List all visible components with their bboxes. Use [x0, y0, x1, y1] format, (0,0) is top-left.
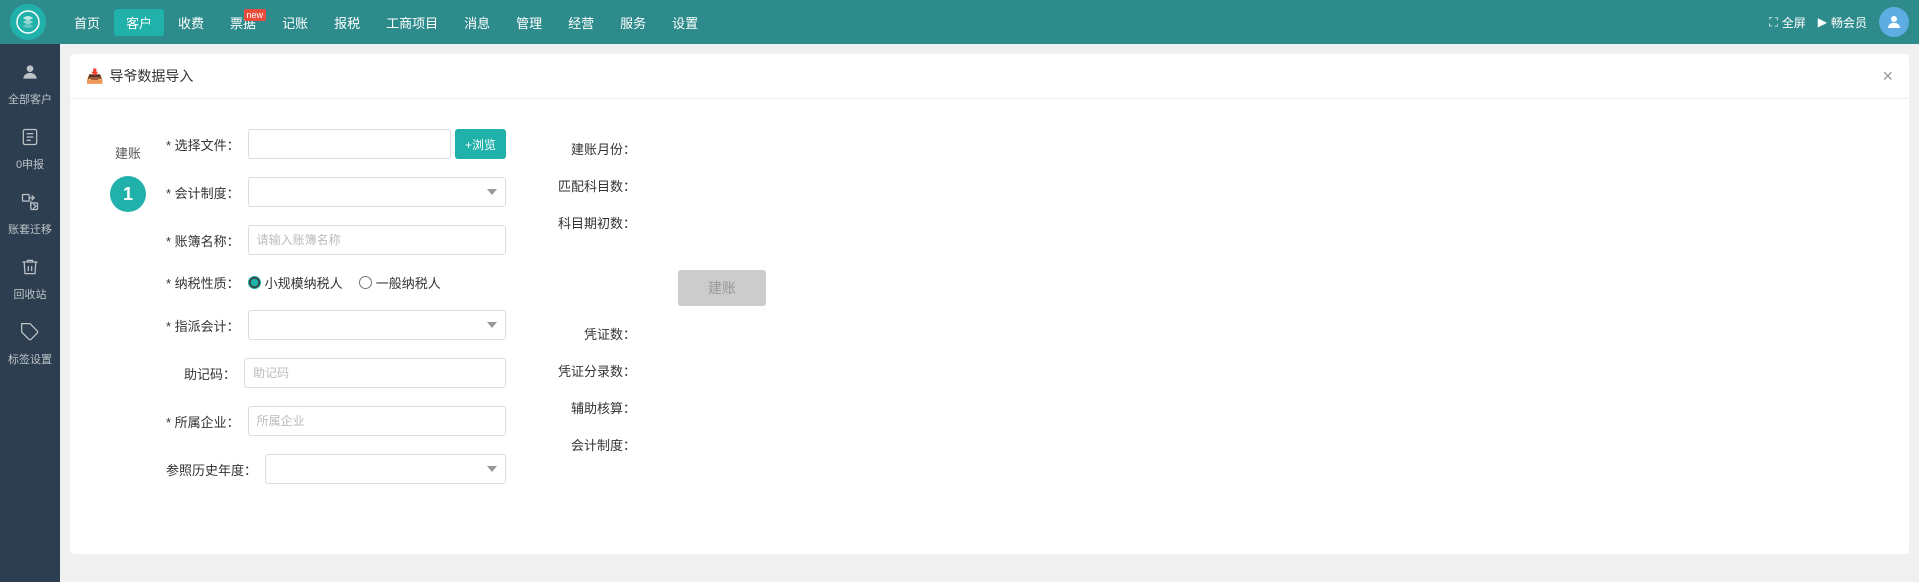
vip-button[interactable]: ▶ 畅会员 [1818, 14, 1867, 31]
main-layout: 全部客户 0申报 账套迁移 回收站 标签设置 [0, 44, 1919, 582]
browse-button[interactable]: +浏览 [455, 129, 506, 159]
avatar[interactable] [1879, 7, 1909, 37]
nav-item-settings[interactable]: 设置 [660, 9, 710, 36]
sidebar-item-recycle[interactable]: 回收站 [0, 247, 60, 312]
memo-input[interactable] [244, 358, 506, 388]
nav-item-customer[interactable]: 客户 [114, 9, 164, 36]
ref-year-select[interactable] [265, 454, 506, 484]
general-taxpayer-option[interactable]: 一般纳税人 [359, 273, 441, 292]
nav-right: ⛶ 全屏 ▶ 畅会员 [1769, 7, 1909, 37]
ledger-name-label: * 账簿名称： [166, 231, 240, 250]
nav-item-invoice[interactable]: 票据 new [218, 9, 268, 36]
step-badge: 1 [110, 176, 146, 212]
aux-calc-row: 辅助核算： [546, 398, 766, 417]
step-label: 建账 [115, 133, 141, 162]
tax-type-label: * 纳税性质： [166, 273, 240, 292]
subject-init-row: 科目期初数： [546, 213, 766, 232]
vip-icon: ▶ [1818, 15, 1827, 29]
company-label: * 所属企业： [166, 412, 240, 431]
voucher-count-label: 凭证数： [546, 324, 636, 343]
import-icon: 📥 [86, 68, 103, 85]
logo[interactable] [10, 4, 46, 40]
build-button[interactable]: 建账 [678, 270, 766, 306]
sidebar-label-recycle: 回收站 [14, 286, 47, 302]
migration-icon [20, 192, 40, 217]
panel-title: 📥 导爷数据导入 [86, 66, 193, 86]
voucher-entry-row: 凭证分录数： [546, 361, 766, 380]
tax-radio-group: 小规模纳税人 一般纳税人 [248, 273, 441, 292]
tag-icon [20, 322, 40, 347]
content-area: 📥 导爷数据导入 × 建账 1 * 选择文件： [60, 44, 1919, 582]
import-panel: 📥 导爷数据导入 × 建账 1 * 选择文件： [70, 54, 1909, 554]
info-panel: 建账月份： 匹配科目数： 科目期初数： 建账 [546, 129, 766, 484]
top-nav: 首页 客户 收费 票据 new 记账 报税 工商项目 消息 管理 经营 服务 设… [0, 0, 1919, 44]
ref-year-row: 参照历史年度： [166, 454, 506, 484]
info-accounting-system-label: 会计制度： [546, 435, 636, 454]
nav-item-manage[interactable]: 管理 [504, 9, 554, 36]
nav-items: 首页 客户 收费 票据 new 记账 报税 工商项目 消息 管理 经营 服务 设… [62, 9, 1769, 36]
accounting-system-select[interactable] [248, 177, 506, 207]
sidebar-item-tag-settings[interactable]: 标签设置 [0, 312, 60, 377]
file-label: * 选择文件： [166, 135, 240, 154]
accountant-row: * 指派会计： [166, 310, 506, 340]
tax-type-row: * 纳税性质： 小规模纳税人 一般纳税人 [166, 273, 506, 292]
build-month-label: 建账月份： [546, 139, 636, 158]
file-input-group: +浏览 [248, 129, 506, 159]
ledger-name-input[interactable] [248, 225, 506, 255]
nav-item-operation[interactable]: 经营 [556, 9, 606, 36]
sidebar: 全部客户 0申报 账套迁移 回收站 标签设置 [0, 44, 60, 582]
sidebar-label-tag-settings: 标签设置 [8, 351, 52, 367]
panel-header: 📥 导爷数据导入 × [70, 54, 1909, 99]
accountant-label: * 指派会计： [166, 316, 240, 335]
match-subjects-row: 匹配科目数： [546, 176, 766, 195]
company-row: * 所属企业： [166, 406, 506, 436]
voucher-count-row: 凭证数： [546, 324, 766, 343]
sidebar-label-zero-report: 0申报 [16, 156, 44, 172]
new-badge: new [244, 9, 267, 21]
match-subjects-label: 匹配科目数： [546, 176, 636, 195]
accountant-select[interactable] [248, 310, 506, 340]
ledger-name-row: * 账簿名称： [166, 225, 506, 255]
customers-icon [20, 62, 40, 87]
zero-report-icon [20, 127, 40, 152]
build-month-row: 建账月份： [546, 139, 766, 158]
recycle-icon [20, 257, 40, 282]
nav-item-fee[interactable]: 收费 [166, 9, 216, 36]
file-row: * 选择文件： +浏览 [166, 129, 506, 159]
nav-item-message[interactable]: 消息 [452, 9, 502, 36]
subject-init-label: 科目期初数： [546, 213, 636, 232]
sidebar-item-all-customers[interactable]: 全部客户 [0, 52, 60, 117]
nav-item-business[interactable]: 工商项目 [374, 9, 450, 36]
general-taxpayer-radio[interactable] [359, 276, 372, 289]
info-accounting-system-row: 会计制度： [546, 435, 766, 454]
form-container: 建账 1 * 选择文件： +浏览 [70, 99, 1909, 514]
fullscreen-icon: ⛶ [1769, 15, 1777, 30]
sidebar-label-account-migration: 账套迁移 [8, 221, 52, 237]
form-fields: * 选择文件： +浏览 * 会计制度： [166, 129, 506, 484]
memo-row: 助记码： [166, 358, 506, 388]
sidebar-label-all-customers: 全部客户 [8, 91, 52, 107]
nav-item-bookkeeping[interactable]: 记账 [270, 9, 320, 36]
company-input[interactable] [248, 406, 506, 436]
memo-label: 助记码： [166, 364, 236, 383]
sidebar-item-zero-report[interactable]: 0申报 [0, 117, 60, 182]
ref-year-label: 参照历史年度： [166, 460, 257, 479]
aux-calc-label: 辅助核算： [546, 398, 636, 417]
accounting-system-row: * 会计制度： [166, 177, 506, 207]
nav-item-home[interactable]: 首页 [62, 9, 112, 36]
voucher-entry-label: 凭证分录数： [546, 361, 636, 380]
small-taxpayer-option[interactable]: 小规模纳税人 [248, 273, 343, 292]
small-taxpayer-radio[interactable] [248, 276, 261, 289]
file-input[interactable] [248, 129, 451, 159]
form-left: 建账 1 * 选择文件： +浏览 [110, 129, 506, 484]
close-button[interactable]: × [1882, 67, 1893, 85]
nav-item-tax[interactable]: 报税 [322, 9, 372, 36]
nav-item-service[interactable]: 服务 [608, 9, 658, 36]
fullscreen-button[interactable]: ⛶ 全屏 [1769, 14, 1805, 31]
sidebar-item-account-migration[interactable]: 账套迁移 [0, 182, 60, 247]
accounting-system-label: * 会计制度： [166, 183, 240, 202]
